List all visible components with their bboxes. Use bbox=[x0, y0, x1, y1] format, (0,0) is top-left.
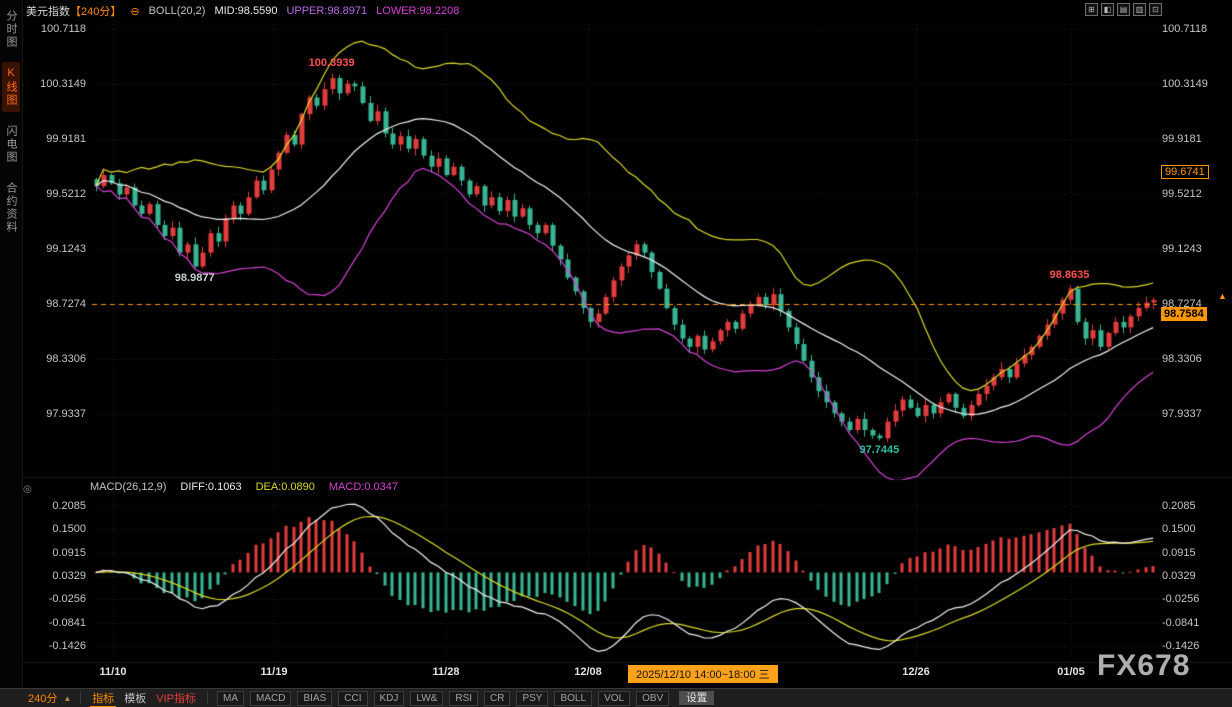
price-axis-label-left: 100.7118 bbox=[24, 23, 86, 35]
price-axis-label-left: 99.5212 bbox=[24, 188, 86, 200]
price-up-arrow-icon: ▲ bbox=[1218, 291, 1227, 301]
price-axis-label-right: 99.5212 bbox=[1162, 188, 1202, 200]
macd-indicator-title: MACD(26,12,9) bbox=[90, 481, 166, 493]
toolbar-tab-templates[interactable]: 模板 bbox=[122, 690, 148, 706]
macd-axis-label-right: 0.2085 bbox=[1162, 500, 1196, 512]
price-axis-label-left: 99.9181 bbox=[24, 133, 86, 145]
x-axis-date-label: 12/26 bbox=[902, 666, 930, 678]
macd-axis-label-right: 0.0329 bbox=[1162, 570, 1196, 582]
toolbar-tabs: 指标模板 VIP指标 bbox=[90, 690, 198, 707]
price-annotation: 98.9877 bbox=[175, 272, 215, 284]
macd-diff-value: DIFF:0.1063 bbox=[180, 481, 241, 493]
price-axis-label-left: 98.3306 bbox=[24, 353, 86, 365]
x-axis-date-label: 11/19 bbox=[261, 666, 288, 678]
settlement-price-badge: 99.6741 bbox=[1161, 165, 1209, 179]
toolbar-divider bbox=[80, 692, 81, 704]
x-axis-date-label: 11/28 bbox=[433, 666, 460, 678]
indicator-button-psy[interactable]: PSY bbox=[516, 691, 548, 706]
indicator-button-rsi[interactable]: RSI bbox=[449, 691, 478, 706]
window-layout-controls: ⊞◧▤▥⊡ bbox=[1085, 3, 1162, 16]
price-axis-label-left: 99.1243 bbox=[24, 243, 86, 255]
indicator-button-kdj[interactable]: KDJ bbox=[374, 691, 405, 706]
macd-hist-value: MACD:0.0347 bbox=[329, 481, 398, 493]
collapse-indicator-icon[interactable]: ⊖ bbox=[130, 5, 139, 18]
indicator-button-obv[interactable]: OBV bbox=[636, 691, 669, 706]
period-selector[interactable]: 240分 bbox=[28, 690, 57, 706]
layout-rows-icon[interactable]: ▤ bbox=[1117, 3, 1130, 16]
macd-axis-label-right: -0.0841 bbox=[1162, 617, 1199, 629]
boll-lower-value: LOWER:98.2208 bbox=[376, 5, 459, 17]
price-axis-label-right: 97.9337 bbox=[1162, 408, 1202, 420]
price-axis-label-right: 100.3149 bbox=[1162, 78, 1208, 90]
macd-axis-label-left: 0.0329 bbox=[24, 570, 86, 582]
price-annotation: 97.7445 bbox=[859, 444, 899, 456]
x-axis-date-label: 12/08 bbox=[574, 666, 602, 678]
sidebar: 分时图 K线图闪电图合约资料 bbox=[0, 0, 23, 693]
sidebar-tab-time-chart[interactable]: 分时图 bbox=[2, 5, 20, 54]
macd-dea-value: DEA:0.0890 bbox=[256, 481, 315, 493]
indicator-buttons: MA MACD BIAS CCI KDJ LW&RSI CR PSY BOLL VOL OBV bbox=[217, 691, 669, 706]
price-axis-label-right: 100.7118 bbox=[1162, 23, 1207, 35]
fx678-watermark: FX678 bbox=[1097, 649, 1190, 683]
indicator-button-lw[interactable]: LW& bbox=[410, 691, 443, 706]
indicator-button-macd[interactable]: MACD bbox=[250, 691, 291, 706]
macd-axis-label-left: -0.0256 bbox=[24, 593, 86, 605]
macd-axis-label-left: 0.1500 bbox=[24, 523, 86, 535]
price-axis-label-left: 97.9337 bbox=[24, 408, 86, 420]
macd-axis-label-left: -0.0841 bbox=[24, 617, 86, 629]
symbol-title: 美元指数【240分】 bbox=[26, 3, 121, 19]
x-axis-date-label: 11/10 bbox=[100, 666, 127, 678]
x-axis-date-label: 01/05 bbox=[1057, 666, 1085, 678]
layout-left-icon[interactable]: ◧ bbox=[1101, 3, 1114, 16]
price-axis-label-right: 98.3306 bbox=[1162, 353, 1202, 365]
sidebar-tab-flash-chart[interactable]: 闪电图 bbox=[2, 120, 20, 169]
bottom-toolbar: 240分 ▲ 指标模板 VIP指标 MA MACD BIAS CCI KDJ LW&RSI C… bbox=[0, 688, 1232, 707]
indicator-collapse-icon[interactable]: ◎ bbox=[23, 484, 32, 495]
sidebar-tab-contract-info[interactable]: 合约资料 bbox=[2, 177, 20, 239]
last-price-badge: 98.7584 bbox=[1161, 307, 1207, 321]
boll-mid-value: MID:98.5590 bbox=[214, 5, 277, 17]
price-annotation: 98.8635 bbox=[1050, 269, 1090, 281]
settings-button[interactable]: 设置 bbox=[679, 691, 714, 705]
boll-upper-value: UPPER:98.8971 bbox=[286, 5, 367, 17]
period-label: 【240分】 bbox=[70, 6, 121, 18]
macd-axis-label-left: -0.1426 bbox=[24, 640, 86, 652]
symbol-name: 美元指数 bbox=[26, 6, 70, 18]
selected-candle-time-badge: 2025/12/10 14:00~18:00 三 bbox=[628, 665, 778, 683]
price-axis-label-right: 99.1243 bbox=[1162, 243, 1202, 255]
indicator-button-ma[interactable]: MA bbox=[217, 691, 244, 706]
macd-axis-label-left: 0.0915 bbox=[24, 547, 86, 559]
boll-indicator-title: BOLL(20,2) bbox=[149, 5, 206, 17]
layout-single-icon[interactable]: ⊡ bbox=[1149, 3, 1162, 16]
macd-axis-label-right: 0.1500 bbox=[1162, 523, 1196, 535]
macd-axis-label-right: -0.0256 bbox=[1162, 593, 1199, 605]
macd-header: MACD(26,12,9) DIFF:0.1063 DEA:0.0890 MAC… bbox=[90, 481, 398, 493]
macd-axis-label-right: 0.0915 bbox=[1162, 547, 1196, 559]
price-annotation: 100.3939 bbox=[309, 57, 355, 69]
macd-axis-label-left: 0.2085 bbox=[24, 500, 86, 512]
price-chart-canvas[interactable] bbox=[0, 0, 1232, 707]
price-axis-label-left: 98.7274 bbox=[24, 298, 86, 310]
indicator-button-boll[interactable]: BOLL bbox=[554, 691, 592, 706]
sidebar-tab-kline-chart[interactable]: K线图 bbox=[2, 62, 20, 112]
toolbar-tab-indicators[interactable]: 指标 bbox=[90, 690, 116, 707]
toolbar-tab-vip-indicators[interactable]: VIP指标 bbox=[154, 690, 198, 706]
indicator-button-vol[interactable]: VOL bbox=[598, 691, 630, 706]
layout-columns-icon[interactable]: ▥ bbox=[1133, 3, 1146, 16]
layout-grid-icon[interactable]: ⊞ bbox=[1085, 3, 1098, 16]
chart-header: 美元指数【240分】 ⊖ BOLL(20,2) MID:98.5590 UPPE… bbox=[26, 3, 459, 19]
trading-app-window: 分时图 K线图闪电图合约资料 美元指数【240分】 ⊖ BOLL(20,2) MI… bbox=[0, 0, 1232, 707]
indicator-button-bias[interactable]: BIAS bbox=[297, 691, 332, 706]
price-axis-label-right: 99.9181 bbox=[1162, 133, 1202, 145]
toolbar-divider bbox=[207, 692, 208, 704]
period-caret-icon[interactable]: ▲ bbox=[63, 694, 71, 703]
indicator-button-cr[interactable]: CR bbox=[484, 691, 510, 706]
price-axis-label-left: 100.3149 bbox=[24, 78, 86, 90]
indicator-button-cci[interactable]: CCI bbox=[338, 691, 367, 706]
